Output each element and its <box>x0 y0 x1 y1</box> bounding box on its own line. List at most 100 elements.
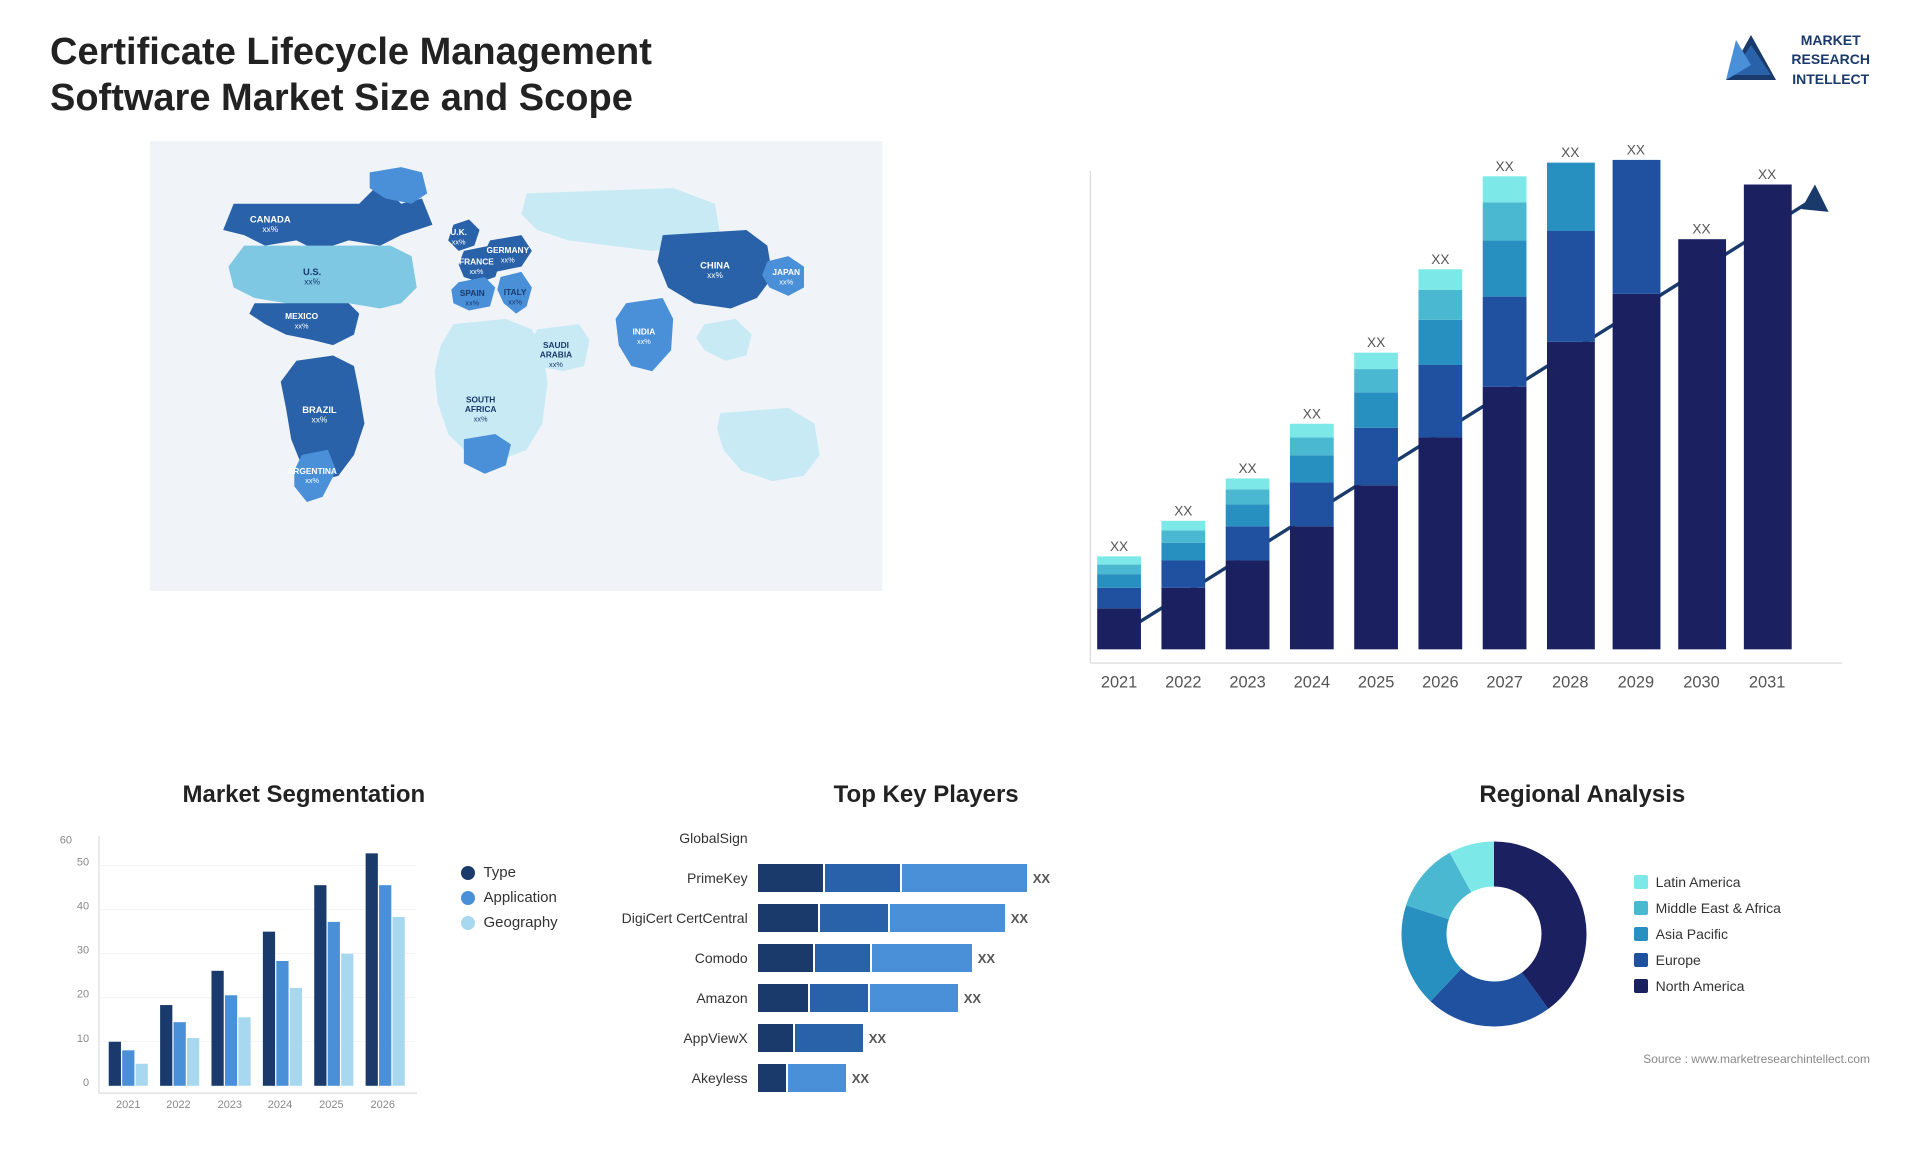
svg-text:XX: XX <box>1239 461 1257 476</box>
svg-text:JAPAN: JAPAN <box>772 267 800 277</box>
donut-chart <box>1384 824 1604 1044</box>
svg-text:ITALY: ITALY <box>504 287 527 297</box>
svg-text:U.K.: U.K. <box>450 227 467 237</box>
na-dot <box>1634 979 1648 993</box>
svg-text:XX: XX <box>1496 159 1514 174</box>
svg-text:xx%: xx% <box>707 270 723 280</box>
svg-text:xx%: xx% <box>637 337 651 346</box>
svg-text:XX: XX <box>1175 504 1193 519</box>
bottom-section: Market Segmentation 0 10 20 30 40 50 <box>50 781 1870 1121</box>
svg-text:XX: XX <box>1758 167 1776 182</box>
svg-text:XX: XX <box>1110 539 1128 554</box>
svg-text:2023: 2023 <box>1230 674 1266 692</box>
svg-text:xx%: xx% <box>474 415 488 424</box>
logo-text: MARKETRESEARCHINTELLECT <box>1791 31 1870 90</box>
page-title: Certificate Lifecycle Management Softwar… <box>50 30 750 121</box>
legend-europe: Europe <box>1634 952 1781 968</box>
svg-text:2025: 2025 <box>1358 674 1394 692</box>
svg-text:xx%: xx% <box>779 278 793 287</box>
svg-text:2029: 2029 <box>1618 674 1654 692</box>
application-dot <box>461 891 475 905</box>
svg-text:XX: XX <box>1561 145 1579 160</box>
svg-text:xx%: xx% <box>465 298 479 307</box>
mea-label: Middle East & Africa <box>1656 900 1781 916</box>
source-text: Source : www.marketresearchintellect.com <box>1295 1052 1870 1066</box>
application-label: Application <box>483 889 556 906</box>
type-label: Type <box>483 864 516 881</box>
legend-latin: Latin America <box>1634 874 1781 890</box>
player-name: Comodo <box>588 950 748 966</box>
player-akeyless: Akeyless XX <box>588 1064 1265 1092</box>
mea-dot <box>1634 901 1648 915</box>
svg-text:0: 0 <box>83 1077 89 1089</box>
svg-text:XX: XX <box>1627 143 1645 158</box>
player-comodo: Comodo XX <box>588 944 1265 972</box>
legend-north-america: North America <box>1634 978 1781 994</box>
player-name: AppViewX <box>588 1030 748 1046</box>
svg-text:2021: 2021 <box>116 1099 140 1111</box>
svg-text:BRAZIL: BRAZIL <box>302 404 337 415</box>
player-name: Akeyless <box>588 1070 748 1086</box>
player-val: XX <box>869 1031 886 1046</box>
svg-text:xx%: xx% <box>549 360 563 369</box>
na-label: North America <box>1656 978 1745 994</box>
svg-text:2026: 2026 <box>371 1099 395 1111</box>
segmentation-section: Market Segmentation 0 10 20 30 40 50 <box>50 781 558 1121</box>
svg-text:xx%: xx% <box>508 297 522 306</box>
logo-area: MARKETRESEARCHINTELLECT <box>1721 30 1870 90</box>
svg-text:2022: 2022 <box>166 1099 190 1111</box>
segmentation-title: Market Segmentation <box>50 781 558 809</box>
svg-text:60: 60 <box>60 835 72 847</box>
player-val: XX <box>1011 911 1028 926</box>
player-primekey: PrimeKey XX <box>588 864 1265 892</box>
svg-text:40: 40 <box>77 901 89 913</box>
regional-section: Regional Analysis <box>1295 781 1870 1121</box>
svg-text:xx%: xx% <box>305 476 319 485</box>
regional-title: Regional Analysis <box>1295 781 1870 809</box>
latin-label: Latin America <box>1656 874 1741 890</box>
player-name: DigiCert CertCentral <box>588 910 748 926</box>
svg-text:FRANCE: FRANCE <box>459 257 494 267</box>
svg-text:2030: 2030 <box>1684 674 1720 692</box>
svg-text:50: 50 <box>77 857 89 869</box>
svg-text:CHINA: CHINA <box>700 260 730 271</box>
svg-text:2026: 2026 <box>1422 674 1458 692</box>
svg-text:2031: 2031 <box>1749 674 1785 692</box>
svg-text:ARABIA: ARABIA <box>540 350 573 360</box>
svg-text:2025: 2025 <box>319 1099 343 1111</box>
svg-text:AFRICA: AFRICA <box>465 404 497 414</box>
player-name: Amazon <box>588 990 748 1006</box>
player-val: XX <box>978 951 995 966</box>
player-val: XX <box>1033 871 1050 886</box>
donut-chart-wrap: Latin America Middle East & Africa Asia … <box>1295 824 1870 1044</box>
svg-text:XX: XX <box>1303 406 1321 421</box>
svg-text:xx%: xx% <box>262 224 278 234</box>
svg-text:2023: 2023 <box>218 1099 242 1111</box>
regional-legend: Latin America Middle East & Africa Asia … <box>1634 874 1781 994</box>
player-digicert: DigiCert CertCentral XX <box>588 904 1265 932</box>
svg-text:GERMANY: GERMANY <box>486 245 529 255</box>
legend-geography: Geography <box>461 914 557 931</box>
legend-asia: Asia Pacific <box>1634 926 1781 942</box>
asia-label: Asia Pacific <box>1656 926 1728 942</box>
svg-text:U.S.: U.S. <box>303 266 321 277</box>
svg-text:INDIA: INDIA <box>632 327 655 337</box>
world-map: CANADA xx% U.S. xx% MEXICO xx% BRAZIL xx… <box>50 141 982 591</box>
players-list: GlobalSign PrimeKey XX <box>588 824 1265 1092</box>
player-globalsign: GlobalSign <box>588 824 1265 852</box>
players-section: Top Key Players GlobalSign PrimeKey <box>588 781 1265 1121</box>
svg-text:CANADA: CANADA <box>250 214 291 225</box>
legend-application: Application <box>461 889 557 906</box>
svg-text:2021: 2021 <box>1101 674 1137 692</box>
svg-text:MEXICO: MEXICO <box>285 311 318 321</box>
players-title: Top Key Players <box>588 781 1265 809</box>
svg-text:2028: 2028 <box>1552 674 1588 692</box>
europe-label: Europe <box>1656 952 1701 968</box>
player-name: PrimeKey <box>588 870 748 886</box>
legend-type: Type <box>461 864 557 881</box>
svg-text:SPAIN: SPAIN <box>460 288 485 298</box>
player-val: XX <box>964 991 981 1006</box>
svg-text:xx%: xx% <box>304 277 320 287</box>
type-dot <box>461 866 475 880</box>
svg-text:20: 20 <box>77 989 89 1001</box>
